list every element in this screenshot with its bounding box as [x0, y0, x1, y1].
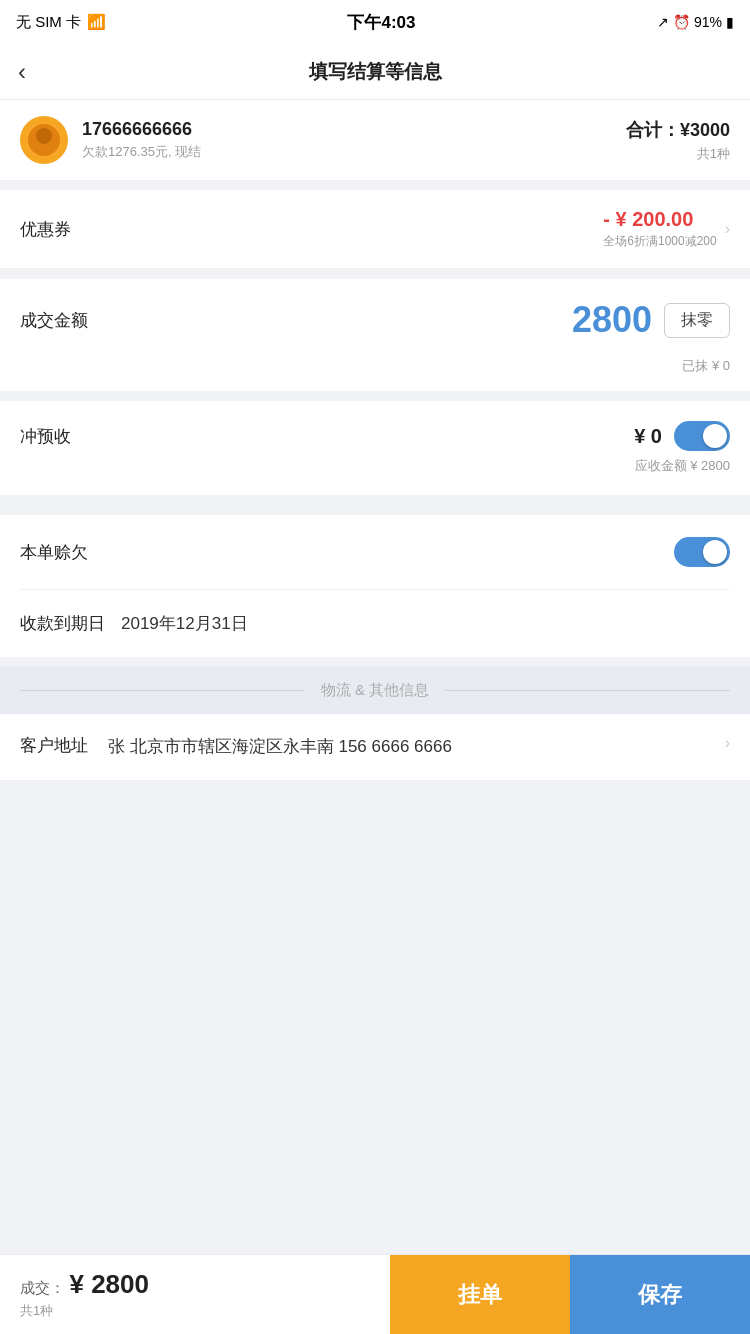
address-label: 客户地址: [20, 734, 88, 757]
credit-row: 本单赊欠: [20, 515, 730, 590]
wifi-icon: 📶: [87, 13, 106, 31]
bottom-deal-row: 成交： ¥ 2800: [20, 1269, 370, 1300]
address-section[interactable]: 客户地址 张 北京市市辖区海淀区永丰南 156 6666 6666 ›: [0, 714, 750, 780]
coupon-info: - ¥ 200.00 全场6折满1000减200: [603, 208, 716, 250]
coupon-right: - ¥ 200.00 全场6折满1000减200 ›: [603, 208, 730, 250]
amount-right: 2800 抹零: [572, 299, 730, 341]
amount-section: 成交金额 2800 抹零 已抹 ¥ 0: [0, 279, 750, 391]
bottom-summary: 成交： ¥ 2800 共1种: [0, 1269, 390, 1320]
credit-section: 本单赊欠: [0, 515, 750, 590]
amount-value: 2800: [572, 299, 652, 341]
pending-button[interactable]: 挂单: [390, 1255, 570, 1335]
duedate-row: 收款到期日 2019年12月31日: [0, 590, 750, 657]
round-button[interactable]: 抹零: [664, 303, 730, 338]
content-spacer: [0, 790, 750, 910]
customer-right: 合计：¥3000 共1种: [626, 118, 730, 163]
battery-level: 91%: [694, 14, 722, 30]
bottom-deal-label: 成交：: [20, 1279, 65, 1296]
amount-sub: 已抹 ¥ 0: [20, 357, 730, 391]
address-value: 张 北京市市辖区海淀区永丰南 156 6666 6666: [108, 734, 725, 760]
prepay-row: 冲预收 ¥ 0: [20, 401, 730, 457]
total-count: 共1种: [626, 145, 730, 163]
divider-1: [0, 391, 750, 401]
bottom-count: 共1种: [20, 1302, 370, 1320]
status-time: 下午4:03: [347, 11, 415, 34]
customer-left: 17666666666 欠款1276.35元, 现结: [20, 116, 201, 164]
coupon-desc: 全场6折满1000减200: [603, 233, 716, 250]
amount-label: 成交金额: [20, 309, 88, 332]
status-left: 无 SIM 卡 📶: [16, 13, 106, 32]
credit-toggle[interactable]: [674, 537, 730, 567]
coupon-label: 优惠券: [20, 218, 71, 241]
prepay-label: 冲预收: [20, 425, 71, 448]
status-bar: 无 SIM 卡 📶 下午4:03 ↗ ⏰ 91% ▮: [0, 0, 750, 44]
customer-debt: 欠款1276.35元, 现结: [82, 143, 201, 161]
avatar: [20, 116, 68, 164]
total-value: ¥3000: [680, 120, 730, 140]
save-button[interactable]: 保存: [570, 1255, 750, 1335]
coupon-discount: - ¥ 200.00: [603, 208, 716, 231]
address-chevron-icon: ›: [725, 734, 730, 752]
logistics-divider: 物流 & 其他信息: [0, 667, 750, 714]
chevron-right-icon: ›: [725, 220, 730, 238]
status-right: ↗ ⏰ 91% ▮: [657, 14, 734, 30]
prepay-sub: 应收金额 ¥ 2800: [20, 457, 730, 495]
duedate-value: 2019年12月31日: [121, 612, 248, 635]
battery-icon: ▮: [726, 14, 734, 30]
credit-label: 本单赊欠: [20, 541, 88, 564]
page-title: 填写结算等信息: [309, 59, 442, 85]
coupon-row[interactable]: 优惠券 - ¥ 200.00 全场6折满1000减200 ›: [0, 190, 750, 269]
divider-line-left: [20, 690, 305, 691]
bottom-bar: 成交： ¥ 2800 共1种 挂单 保存: [0, 1254, 750, 1334]
sim-status: 无 SIM 卡: [16, 13, 81, 32]
customer-phone: 17666666666: [82, 119, 201, 140]
prepay-right: ¥ 0: [634, 421, 730, 451]
prepay-amount: ¥ 0: [634, 425, 662, 448]
amount-row: 成交金额 2800 抹零: [20, 299, 730, 357]
location-icon: ↗: [657, 14, 669, 30]
duedate-label: 收款到期日: [20, 612, 105, 635]
back-button[interactable]: ‹: [18, 58, 26, 86]
total-amount: 合计：¥3000: [626, 118, 730, 142]
prepay-section: 冲预收 ¥ 0 应收金额 ¥ 2800: [0, 401, 750, 495]
customer-info: 17666666666 欠款1276.35元, 现结: [82, 119, 201, 161]
customer-card: 17666666666 欠款1276.35元, 现结 合计：¥3000 共1种: [0, 100, 750, 180]
nav-bar: ‹ 填写结算等信息: [0, 44, 750, 100]
divider-text: 物流 & 其他信息: [321, 681, 429, 700]
avatar-inner: [28, 124, 60, 156]
bottom-price: ¥ 2800: [69, 1269, 149, 1299]
divider-2: [0, 495, 750, 505]
total-label: 合计：: [626, 120, 680, 140]
divider-line-right: [445, 690, 730, 691]
prepay-toggle[interactable]: [674, 421, 730, 451]
alarm-icon: ⏰: [673, 14, 690, 30]
